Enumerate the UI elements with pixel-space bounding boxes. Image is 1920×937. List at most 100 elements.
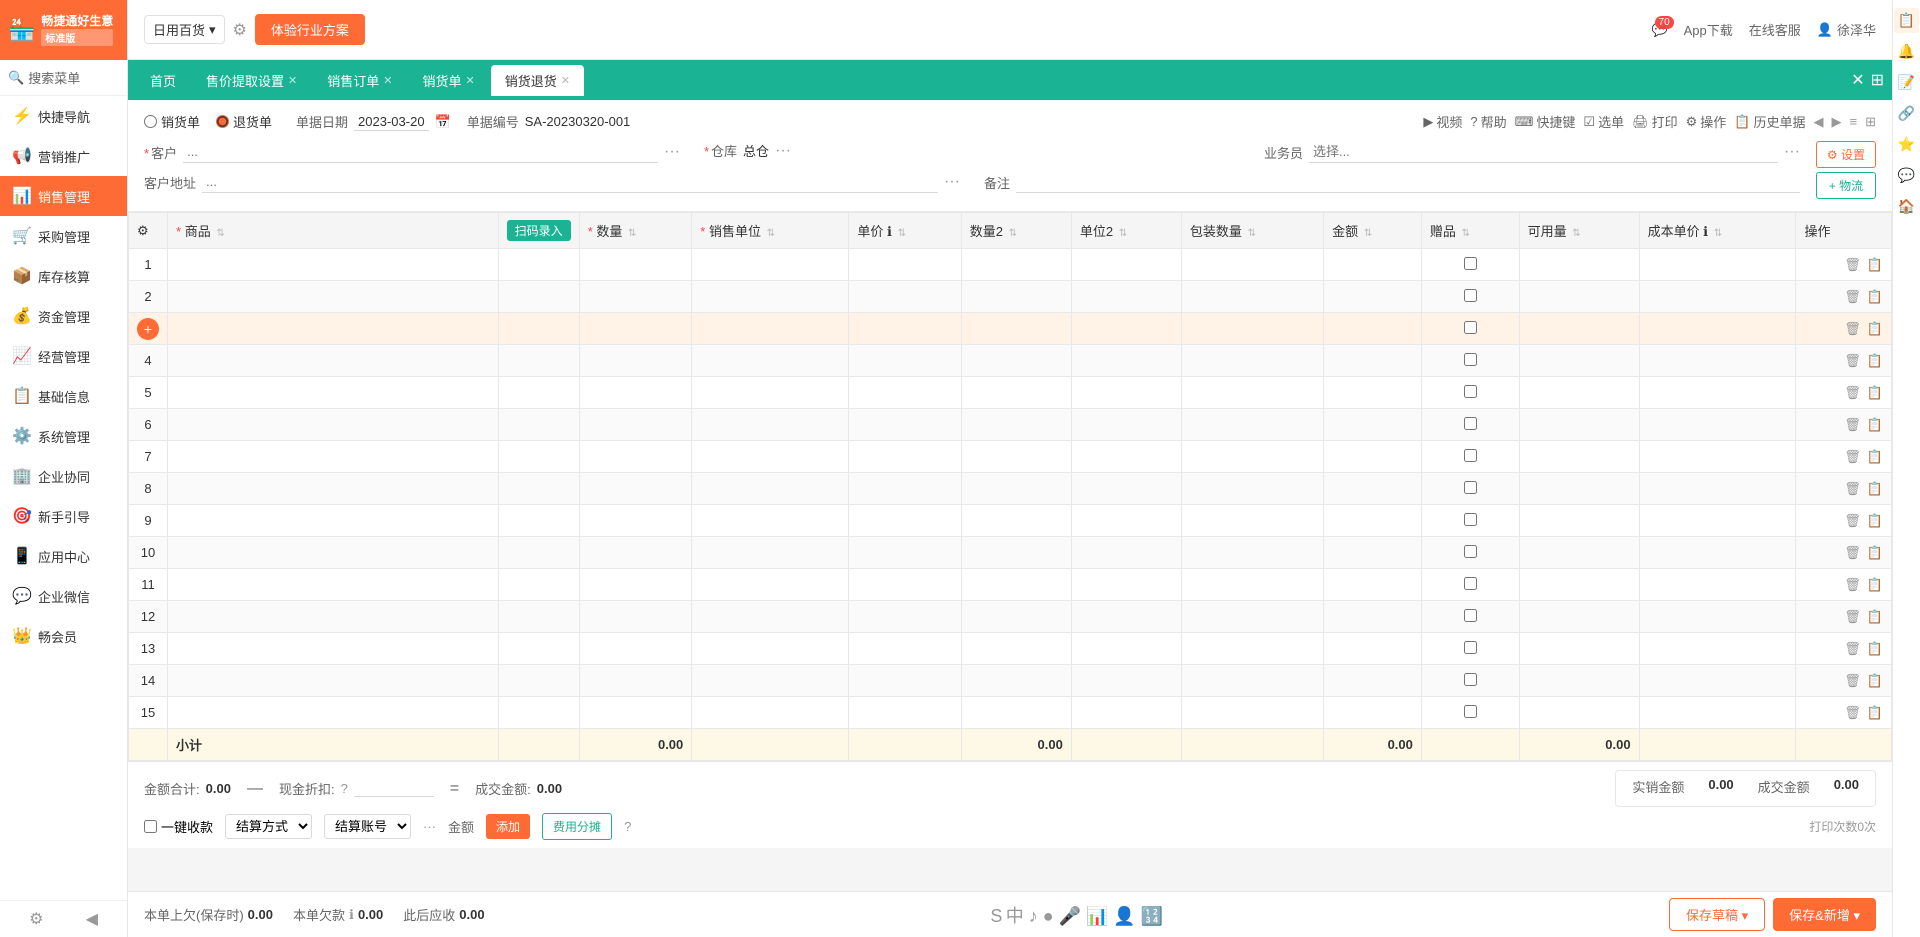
tab-return[interactable]: 销货退货 ✕ [491, 65, 584, 96]
sidebar-item-inventory[interactable]: 📦 库存核算 [0, 256, 127, 296]
breadcrumb-select[interactable]: 日用百货 ▾ [144, 15, 225, 44]
delete-icon[interactable]: 🗑 [1844, 385, 1861, 401]
th-pack-sort-icon[interactable]: ⇅ [1248, 228, 1256, 239]
online-service-link[interactable]: 在线客服 [1749, 20, 1801, 39]
copy-icon[interactable]: 📋 [1867, 257, 1883, 273]
copy-icon[interactable]: 📋 [1867, 673, 1883, 689]
calendar-icon[interactable]: 📅 [435, 114, 451, 130]
gift-checkbox[interactable] [1464, 577, 1477, 590]
nav-prev-icon[interactable]: ◀ [1814, 114, 1824, 130]
gift-checkbox[interactable] [1464, 641, 1477, 654]
address-input[interactable] [202, 171, 938, 193]
save-new-button[interactable]: 保存&新增 ▾ [1773, 898, 1876, 931]
delete-icon[interactable]: 🗑 [1844, 545, 1861, 561]
gift-checkbox[interactable] [1464, 513, 1477, 526]
copy-icon[interactable]: 📋 [1867, 481, 1883, 497]
settings-gear-icon[interactable]: ⚙ [233, 20, 247, 40]
tab-sales-order[interactable]: 销售订单 ✕ [313, 65, 406, 96]
settings-footer-btn[interactable]: ⚙ [29, 909, 43, 929]
th-gear[interactable]: ⚙ [129, 213, 168, 249]
tab-close-icon[interactable]: ✕ [383, 74, 392, 87]
add-button[interactable]: 添加 [486, 814, 530, 839]
right-icon-form[interactable]: 📋 [1894, 8, 1919, 33]
copy-icon[interactable]: 📋 [1867, 321, 1883, 337]
collapse-footer-btn[interactable]: ◀ [86, 909, 98, 929]
tab-return-close-icon[interactable]: ✕ [561, 74, 570, 87]
add-row-btn-cell[interactable]: + [129, 313, 168, 345]
tab-close-icon[interactable]: ✕ [466, 74, 475, 87]
delete-icon[interactable]: 🗑 [1844, 513, 1861, 529]
history-link[interactable]: 📋 历史单据 [1734, 112, 1805, 131]
tab-home[interactable]: 首页 [136, 65, 190, 96]
account-select[interactable]: 结算账号 [324, 814, 411, 839]
delete-icon[interactable]: 🗑 [1844, 673, 1861, 689]
copy-icon[interactable]: 📋 [1867, 289, 1883, 305]
date-value[interactable]: 2023-03-20 [354, 113, 429, 131]
sidebar-item-shortcut[interactable]: ⚡ 快捷导航 [0, 96, 127, 136]
sidebar-item-purchase[interactable]: 🛒 采购管理 [0, 216, 127, 256]
gift-checkbox[interactable] [1464, 545, 1477, 558]
staff-dots-btn[interactable]: ··· [1784, 143, 1800, 161]
gift-checkbox[interactable] [1464, 449, 1477, 462]
sidebar-item-finance[interactable]: 💰 资金管理 [0, 296, 127, 336]
add-row-button[interactable]: + [137, 318, 159, 340]
sidebar-item-member[interactable]: 👑 畅会员 [0, 616, 127, 656]
gift-checkbox[interactable] [1464, 481, 1477, 494]
logistics-button[interactable]: + 物流 [1816, 172, 1876, 199]
fee-help-icon[interactable]: ? [624, 819, 631, 834]
print-link[interactable]: 🖨 打印 [1632, 112, 1678, 131]
sidebar-item-basic[interactable]: 📋 基础信息 [0, 376, 127, 416]
sidebar-item-sales[interactable]: 📊 销售管理 [0, 176, 127, 216]
select-link[interactable]: ☑ 选单 [1583, 112, 1624, 131]
sidebar-item-search[interactable]: 🔍 搜索菜单 [0, 60, 127, 96]
copy-icon[interactable]: 📋 [1867, 385, 1883, 401]
staff-input[interactable] [1309, 141, 1778, 163]
right-icon-alert[interactable]: 🔔 [1894, 39, 1919, 64]
discount-help-icon[interactable]: ? [341, 781, 348, 796]
gift-checkbox[interactable] [1464, 385, 1477, 398]
product-cell[interactable] [168, 249, 499, 281]
app-download-link[interactable]: App下载 [1684, 20, 1733, 39]
delete-icon[interactable]: 🗑 [1844, 449, 1861, 465]
tab-expand-btn[interactable]: ⊞ [1871, 70, 1884, 90]
right-icon-note[interactable]: 📝 [1894, 70, 1919, 95]
th-amount-sort-icon[interactable]: ⇅ [1364, 228, 1372, 239]
video-link[interactable]: ▶ 视频 [1423, 112, 1462, 131]
gift-checkbox[interactable] [1464, 417, 1477, 430]
sidebar-item-operations[interactable]: 📈 经营管理 [0, 336, 127, 376]
sidebar-item-enterprise[interactable]: 🏢 企业协同 [0, 456, 127, 496]
copy-icon[interactable]: 📋 [1867, 705, 1883, 721]
delete-icon[interactable]: 🗑 [1844, 321, 1861, 337]
gift-checkbox[interactable] [1464, 609, 1477, 622]
gift-checkbox[interactable] [1464, 353, 1477, 366]
tab-price-settings[interactable]: 售价提取设置 ✕ [192, 65, 311, 96]
copy-icon[interactable]: 📋 [1867, 353, 1883, 369]
customer-input[interactable] [183, 141, 658, 163]
delete-icon[interactable]: 🗑 [1844, 289, 1861, 305]
discount-input[interactable] [354, 781, 434, 797]
payment-method-select[interactable]: 结算方式 [225, 814, 312, 839]
experience-button[interactable]: 体验行业方案 [255, 14, 365, 45]
right-icon-chat[interactable]: 💬 [1894, 163, 1919, 188]
delete-icon[interactable]: 🗑 [1844, 641, 1861, 657]
help-link[interactable]: ? 帮助 [1470, 112, 1506, 131]
radio-sale-input[interactable] [144, 115, 157, 128]
th-qty2-sort-icon[interactable]: ⇅ [1009, 228, 1017, 239]
operate-link[interactable]: ⚙ 操作 [1686, 112, 1727, 131]
shortcut-link[interactable]: ⌨ 快捷键 [1515, 112, 1576, 131]
view-list-icon[interactable]: ≡ [1850, 114, 1858, 129]
notes-input[interactable] [1016, 171, 1800, 193]
settings-button[interactable]: ⚙ 设置 [1816, 141, 1876, 168]
one-click-pay-label[interactable]: 一键收款 [144, 817, 213, 836]
gift-checkbox[interactable] [1464, 257, 1477, 270]
right-icon-star[interactable]: ⭐ [1894, 132, 1919, 157]
gift-checkbox[interactable] [1464, 705, 1477, 718]
tab-sale[interactable]: 销货单 ✕ [408, 65, 488, 96]
sidebar-item-apps[interactable]: 📱 应用中心 [0, 536, 127, 576]
account-dots-btn[interactable]: ··· [423, 819, 436, 834]
barcode-scan-button[interactable]: 扫码录入 [507, 220, 571, 241]
th-gift-sort-icon[interactable]: ⇅ [1462, 228, 1470, 239]
customer-dots-btn[interactable]: ··· [664, 143, 680, 161]
th-price-sort-icon[interactable]: ⇅ [898, 228, 906, 239]
delete-icon[interactable]: 🗑 [1844, 481, 1861, 497]
